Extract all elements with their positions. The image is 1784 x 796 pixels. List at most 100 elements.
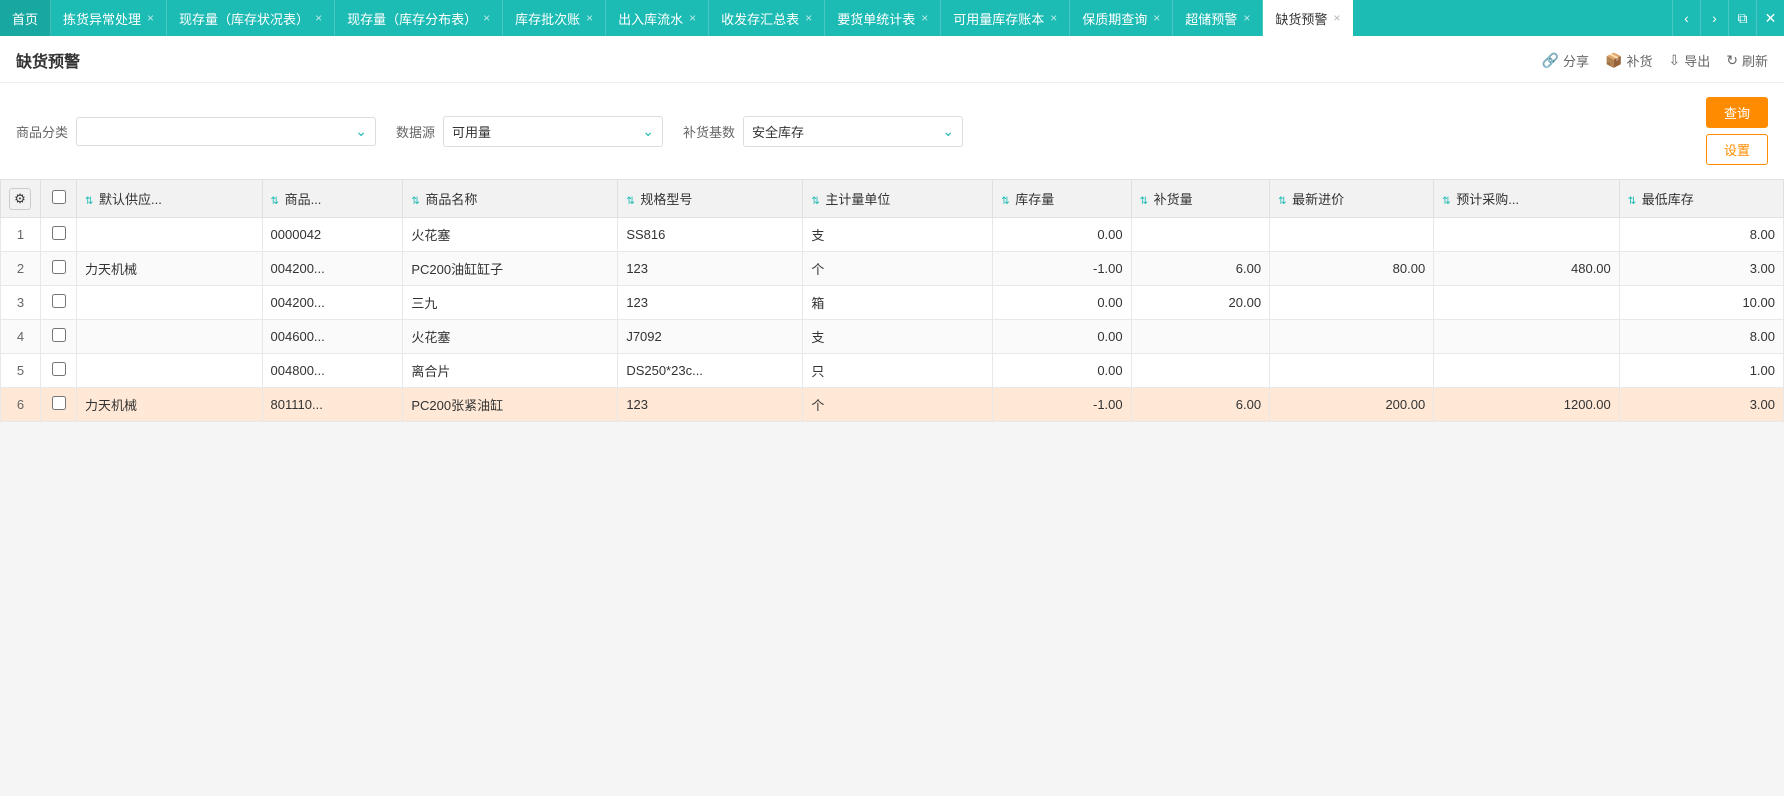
spec-cell: 123 xyxy=(618,388,803,422)
close-tab-abnormal[interactable]: × xyxy=(147,11,154,25)
row-num-cell: 4 xyxy=(1,320,41,354)
row-checkbox[interactable] xyxy=(52,328,66,342)
tab-abnormal[interactable]: 拣货异常处理 × xyxy=(51,0,167,36)
share-icon: 🔗 xyxy=(1542,52,1559,69)
inventory-sort-icon: ⇅ xyxy=(1001,196,1009,207)
replenish-qty-header[interactable]: ⇅ 补货量 xyxy=(1131,180,1269,218)
tab-shortage-warning[interactable]: 缺货预警 × xyxy=(1263,0,1353,36)
unit-header[interactable]: ⇅ 主计量单位 xyxy=(803,180,993,218)
replenish-icon: 📦 xyxy=(1605,52,1622,69)
supplier-cell xyxy=(77,354,263,388)
export-button[interactable]: ⇩ 导出 xyxy=(1669,51,1711,70)
refresh-button[interactable]: ↻ 刷新 xyxy=(1726,51,1768,70)
est-purchase-sort-icon: ⇅ xyxy=(1442,196,1450,207)
page-title: 缺货预警 xyxy=(16,48,80,72)
min-inventory-cell: 8.00 xyxy=(1619,320,1783,354)
filter-bar: 商品分类 ⌄ 数据源 可用量 ⌄ 补货基数 安全库存 ⌄ 查询 设置 xyxy=(0,83,1784,179)
page-content: 缺货预警 🔗 分享 📦 补货 ⇩ 导出 ↻ 刷新 商品分类 xyxy=(0,36,1784,422)
datasource-filter-group: 数据源 可用量 ⌄ xyxy=(396,116,663,147)
row-checkbox-cell[interactable] xyxy=(41,388,77,422)
inventory-header[interactable]: ⇅ 库存量 xyxy=(993,180,1131,218)
product-code-sort-icon: ⇅ xyxy=(271,196,279,207)
nav-prev-button[interactable]: ‹ xyxy=(1672,0,1700,36)
spec-cell: SS816 xyxy=(618,218,803,252)
replenish-button[interactable]: 📦 补货 xyxy=(1605,51,1652,70)
nav-close-button[interactable]: ✕ xyxy=(1756,0,1784,36)
settings-column-header: ⚙ xyxy=(1,180,41,218)
default-supplier-header[interactable]: ⇅ 默认供应... xyxy=(77,180,263,218)
category-dropdown-icon: ⌄ xyxy=(355,123,367,140)
share-button[interactable]: 🔗 分享 xyxy=(1542,51,1589,70)
nav-arrows: ‹ › ⧉ ✕ xyxy=(1672,0,1784,36)
spec-header[interactable]: ⇅ 规格型号 xyxy=(618,180,803,218)
tab-batch-account[interactable]: 库存批次账 × xyxy=(503,0,606,36)
min-inventory-sort-icon: ⇅ xyxy=(1628,196,1636,207)
product-name-cell: PC200张紧油缸 xyxy=(403,388,618,422)
tab-overstock-warning[interactable]: 超储预警 × xyxy=(1173,0,1263,36)
close-tab-purchase-stat[interactable]: × xyxy=(921,11,928,25)
tab-inout-flow[interactable]: 出入库流水 × xyxy=(606,0,709,36)
latest-price-header[interactable]: ⇅ 最新进价 xyxy=(1270,180,1434,218)
datasource-select[interactable]: 可用量 ⌄ xyxy=(443,116,663,147)
tab-expiry-query[interactable]: 保质期查询 × xyxy=(1070,0,1173,36)
tab-available-ledger[interactable]: 可用量库存账本 × xyxy=(941,0,1070,36)
product-name-header[interactable]: ⇅ 商品名称 xyxy=(403,180,618,218)
close-tab-inout-flow[interactable]: × xyxy=(689,11,696,25)
row-checkbox-cell[interactable] xyxy=(41,286,77,320)
close-tab-batch-account[interactable]: × xyxy=(586,11,593,25)
table-row: 1 0000042 火花塞 SS816 支 0.00 8.00 xyxy=(1,218,1784,252)
product-name-cell: 火花塞 xyxy=(403,320,618,354)
row-checkbox[interactable] xyxy=(52,396,66,410)
close-tab-collect-summary[interactable]: × xyxy=(805,11,812,25)
row-checkbox-cell[interactable] xyxy=(41,354,77,388)
replenish-qty-sort-icon: ⇅ xyxy=(1140,196,1148,207)
select-all-checkbox[interactable] xyxy=(52,190,66,204)
refresh-icon: ↻ xyxy=(1726,52,1738,69)
replenish-base-select[interactable]: 安全库存 ⌄ xyxy=(743,116,963,147)
unit-cell: 支 xyxy=(803,218,993,252)
datasource-select-value: 可用量 xyxy=(452,122,634,141)
replenish-qty-cell: 6.00 xyxy=(1131,252,1269,286)
tab-inventory-status[interactable]: 现存量（库存状况表） × xyxy=(167,0,335,36)
column-settings-icon[interactable]: ⚙ xyxy=(9,188,31,210)
replenish-qty-cell xyxy=(1131,320,1269,354)
top-navigation: 首页 拣货异常处理 × 现存量（库存状况表） × 现存量（库存分布表） × 库存… xyxy=(0,0,1784,36)
close-tab-available-ledger[interactable]: × xyxy=(1050,11,1057,25)
nav-next-button[interactable]: › xyxy=(1700,0,1728,36)
replenish-base-dropdown-icon: ⌄ xyxy=(942,123,954,140)
category-select[interactable]: ⌄ xyxy=(76,117,376,146)
unit-cell: 支 xyxy=(803,320,993,354)
close-tab-inventory-status[interactable]: × xyxy=(315,11,322,25)
latest-price-cell xyxy=(1270,354,1434,388)
row-checkbox[interactable] xyxy=(52,226,66,240)
close-tab-expiry-query[interactable]: × xyxy=(1153,11,1160,25)
close-tab-inventory-dist[interactable]: × xyxy=(483,11,490,25)
tab-purchase-stat[interactable]: 要货单统计表 × xyxy=(825,0,941,36)
row-checkbox[interactable] xyxy=(52,294,66,308)
product-code-cell: 004600... xyxy=(262,320,403,354)
latest-price-sort-icon: ⇅ xyxy=(1278,196,1286,207)
datasource-label: 数据源 xyxy=(396,122,435,141)
row-checkbox-cell[interactable] xyxy=(41,320,77,354)
tab-home[interactable]: 首页 xyxy=(0,0,51,36)
supplier-cell xyxy=(77,320,263,354)
close-tab-shortage-warning[interactable]: × xyxy=(1333,11,1340,25)
row-checkbox[interactable] xyxy=(52,362,66,376)
inventory-cell: 0.00 xyxy=(993,218,1131,252)
product-name-cell: PC200油缸缸子 xyxy=(403,252,618,286)
nav-restore-button[interactable]: ⧉ xyxy=(1728,0,1756,36)
tab-collect-summary[interactable]: 收发存汇总表 × xyxy=(709,0,825,36)
product-code-header[interactable]: ⇅ 商品... xyxy=(262,180,403,218)
row-checkbox[interactable] xyxy=(52,260,66,274)
settings-button[interactable]: 设置 xyxy=(1706,134,1768,165)
close-tab-overstock-warning[interactable]: × xyxy=(1243,11,1250,25)
row-num-cell: 2 xyxy=(1,252,41,286)
est-purchase-header[interactable]: ⇅ 预计采购... xyxy=(1434,180,1620,218)
row-checkbox-cell[interactable] xyxy=(41,252,77,286)
tab-inventory-dist[interactable]: 现存量（库存分布表） × xyxy=(335,0,503,36)
supplier-cell: 力天机械 xyxy=(77,388,263,422)
row-checkbox-cell[interactable] xyxy=(41,218,77,252)
export-icon: ⇩ xyxy=(1669,52,1681,69)
query-button[interactable]: 查询 xyxy=(1706,97,1768,128)
min-inventory-header[interactable]: ⇅ 最低库存 xyxy=(1619,180,1783,218)
